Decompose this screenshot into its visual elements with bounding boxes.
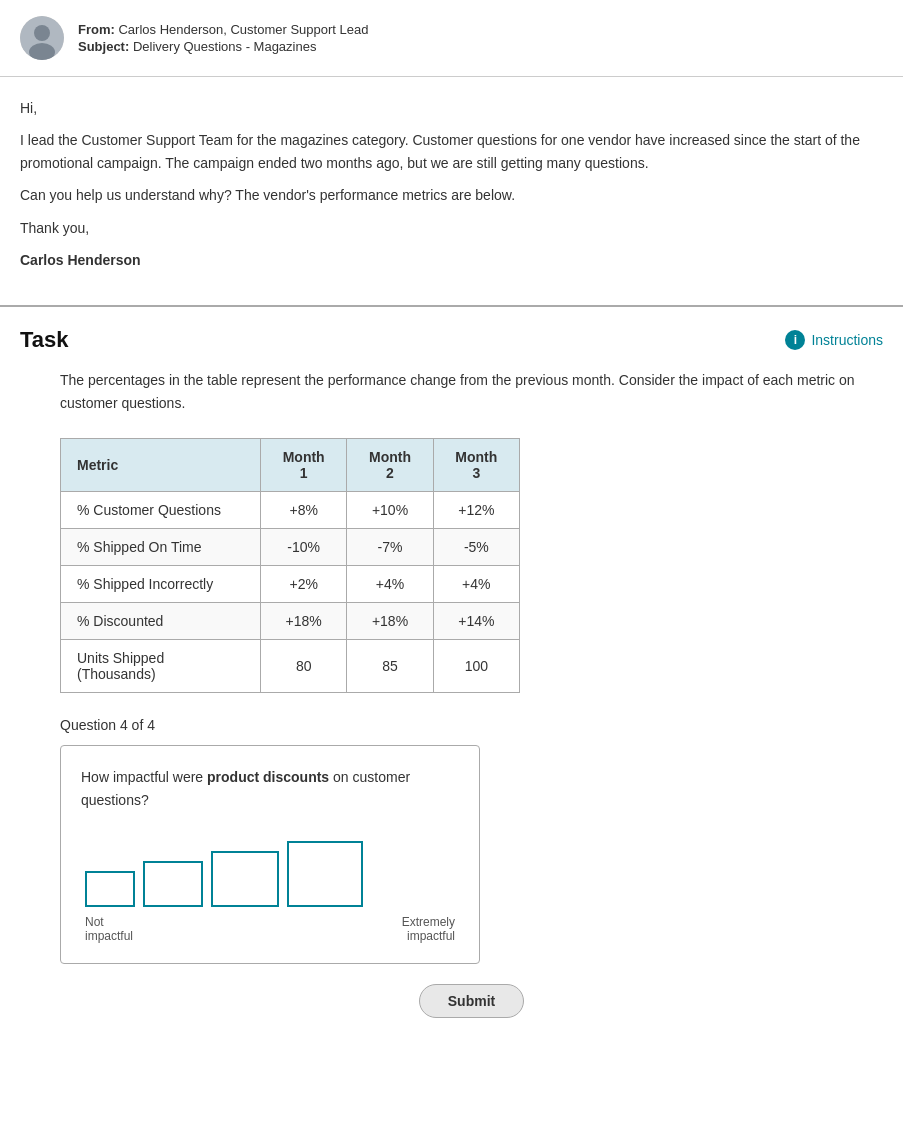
table-cell-4-3: 100 [433,640,519,693]
question-text-bold: product discounts [207,769,329,785]
submit-area: Submit [60,984,883,1018]
rating-option-3[interactable] [211,851,279,907]
table-row: % Customer Questions+8%+10%+12% [61,492,520,529]
email-from: From: Carlos Henderson, Customer Support… [78,22,369,37]
email-subject: Subject: Delivery Questions - Magazines [78,39,369,54]
rating-labels: Notimpactful Extremelyimpactful [81,915,459,943]
rating-box-4[interactable] [287,841,363,907]
table-cell-1-3: -5% [433,529,519,566]
table-header-row: Metric Month 1 Month 2 Month 3 [61,439,520,492]
task-header: Task i Instructions [20,327,883,353]
avatar [20,16,64,60]
col-header-month2: Month 2 [347,439,433,492]
email-paragraph1: I lead the Customer Support Team for the… [20,129,883,174]
table-cell-0-0: % Customer Questions [61,492,261,529]
instructions-label: Instructions [811,332,883,348]
table-row: % Shipped On Time-10%-7%-5% [61,529,520,566]
table-cell-3-0: % Discounted [61,603,261,640]
metrics-table-wrapper: Metric Month 1 Month 2 Month 3 % Custome… [60,438,883,693]
col-header-metric: Metric [61,439,261,492]
table-cell-3-3: +14% [433,603,519,640]
email-header: From: Carlos Henderson, Customer Support… [0,0,903,77]
table-cell-4-0: Units Shipped (Thousands) [61,640,261,693]
rating-label-extremely-impactful: Extremelyimpactful [402,915,455,943]
table-cell-3-1: +18% [261,603,347,640]
rating-label-not-impactful: Notimpactful [85,915,133,943]
table-row: Units Shipped (Thousands)8085100 [61,640,520,693]
col-header-month3: Month 3 [433,439,519,492]
email-greeting: Hi, [20,97,883,119]
table-cell-0-3: +12% [433,492,519,529]
rating-box-2[interactable] [143,861,203,907]
rating-option-2[interactable] [143,861,203,907]
table-cell-2-1: +2% [261,566,347,603]
table-cell-2-0: % Shipped Incorrectly [61,566,261,603]
question-text: How impactful were product discounts on … [81,766,459,811]
svg-point-1 [34,25,50,41]
col-header-month1: Month 1 [261,439,347,492]
metrics-table: Metric Month 1 Month 2 Month 3 % Custome… [60,438,520,693]
table-row: % Discounted+18%+18%+14% [61,603,520,640]
rating-box-3[interactable] [211,851,279,907]
table-cell-2-2: +4% [347,566,433,603]
rating-option-4[interactable] [287,841,363,907]
task-description: The percentages in the table represent t… [60,369,883,414]
table-cell-4-1: 80 [261,640,347,693]
question-box: How impactful were product discounts on … [60,745,480,964]
table-cell-1-2: -7% [347,529,433,566]
table-cell-3-2: +18% [347,603,433,640]
table-row: % Shipped Incorrectly+2%+4%+4% [61,566,520,603]
task-title: Task [20,327,69,353]
email-paragraph2: Can you help us understand why? The vend… [20,184,883,206]
table-cell-1-0: % Shipped On Time [61,529,261,566]
question-text-part1: How impactful were [81,769,207,785]
rating-box-1[interactable] [85,871,135,907]
table-cell-1-1: -10% [261,529,347,566]
email-body: Hi, I lead the Customer Support Team for… [0,77,903,307]
table-cell-2-3: +4% [433,566,519,603]
table-cell-0-2: +10% [347,492,433,529]
rating-option-1[interactable] [85,871,135,907]
info-icon: i [785,330,805,350]
submit-button[interactable]: Submit [419,984,524,1018]
email-meta: From: Carlos Henderson, Customer Support… [78,22,369,54]
email-closing: Thank you, [20,217,883,239]
question-section: Question 4 of 4 How impactful were produ… [60,717,883,964]
email-signature: Carlos Henderson [20,249,883,271]
task-section: Task i Instructions The percentages in t… [0,307,903,1038]
instructions-link[interactable]: i Instructions [785,330,883,350]
table-cell-4-2: 85 [347,640,433,693]
table-cell-0-1: +8% [261,492,347,529]
question-counter: Question 4 of 4 [60,717,883,733]
rating-scale [81,841,459,907]
